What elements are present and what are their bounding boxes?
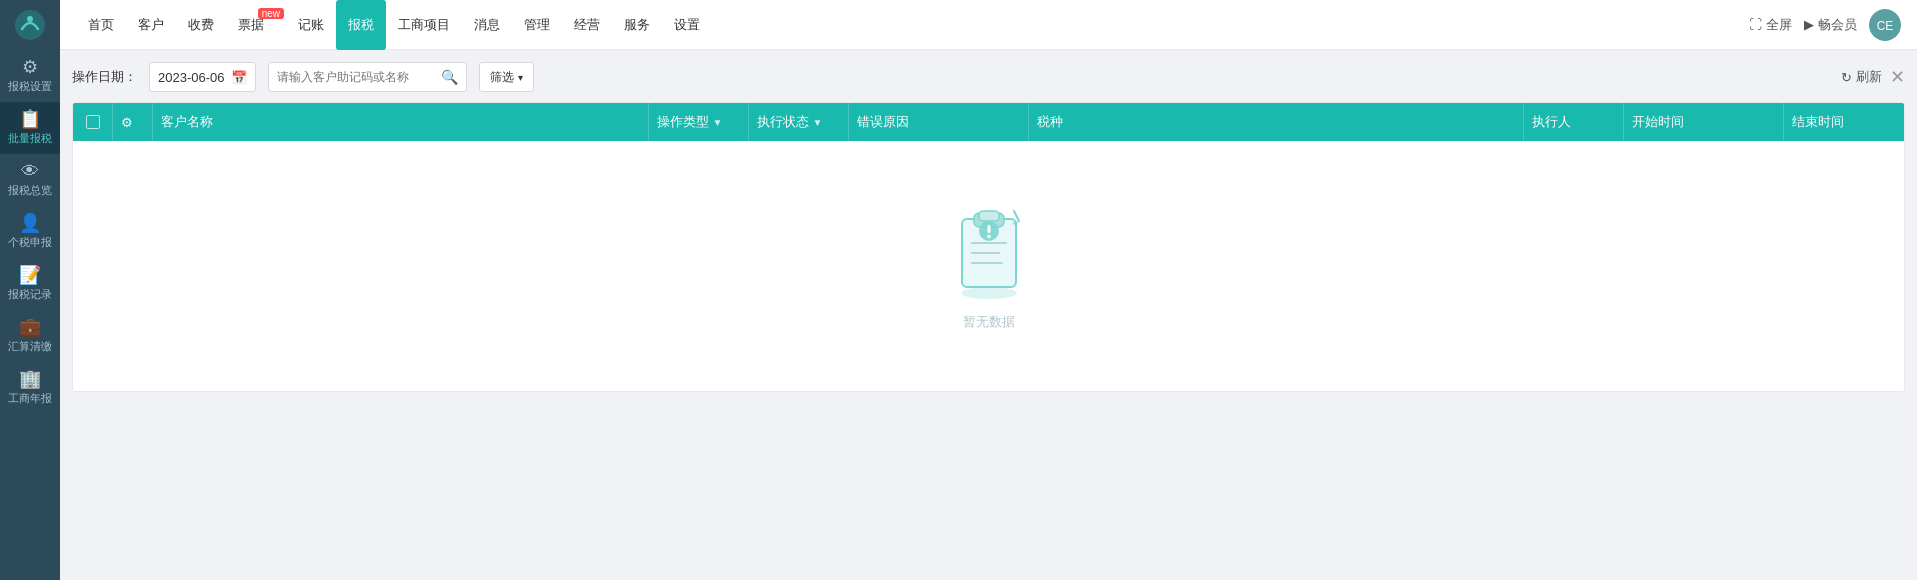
member-button[interactable]: ▶ 畅会员 xyxy=(1804,16,1857,34)
empty-state: 暂无数据 xyxy=(73,141,1904,391)
svg-point-4 xyxy=(961,287,1017,299)
th-kaishijian: 开始时间 xyxy=(1624,103,1784,141)
nav-item-baoshui[interactable]: 报税 xyxy=(336,0,386,50)
avatar[interactable]: CE xyxy=(1869,9,1901,41)
settings-icon: ⚙ xyxy=(22,58,38,76)
sidebar-item-baoshuijilu[interactable]: 📝 报税记录 xyxy=(0,258,60,310)
svg-point-0 xyxy=(15,10,45,40)
th-shuizhong: 税种 xyxy=(1029,103,1525,141)
th-zhixingstatus[interactable]: 执行状态 ▼ xyxy=(749,103,849,141)
sidebar-item-geshuishenbao[interactable]: 👤 个税申报 xyxy=(0,206,60,258)
nav-item-kehu[interactable]: 客户 xyxy=(126,0,176,50)
sidebar-item-piliangshuishui[interactable]: 📋 批量报税 xyxy=(0,102,60,154)
sidebar-item-baoshuishezhi[interactable]: ⚙ 报税设置 xyxy=(0,50,60,102)
th-jieshuShijian: 结束时间 xyxy=(1784,103,1904,141)
date-picker[interactable]: 2023-06-06 📅 xyxy=(149,62,256,92)
refresh-button[interactable]: ↻ 刷新 xyxy=(1841,68,1882,86)
sidebar: ⚙ 报税设置 📋 批量报税 👁 报税总览 👤 个税申报 📝 报税记录 💼 汇算清… xyxy=(0,0,60,580)
nav-item-guanli[interactable]: 管理 xyxy=(512,0,562,50)
table-container: ⚙ 客户名称 操作类型 ▼ 执行状态 ▼ 错误原因 xyxy=(72,102,1905,392)
calendar-icon: 📅 xyxy=(231,70,247,85)
nav-item-xiaoxi[interactable]: 消息 xyxy=(462,0,512,50)
svg-point-13 xyxy=(987,235,991,239)
sidebar-item-label: 个税申报 xyxy=(8,235,52,250)
topnav-right: ⛶ 全屏 ▶ 畅会员 CE xyxy=(1749,9,1901,41)
svg-rect-12 xyxy=(987,225,990,233)
svg-text:CE: CE xyxy=(1877,19,1894,33)
search-box: 🔍 xyxy=(268,62,467,92)
nav-item-shouye[interactable]: 首页 xyxy=(76,0,126,50)
th-cuowuyuanyin: 错误原因 xyxy=(849,103,1029,141)
nav-item-shoufei[interactable]: 收费 xyxy=(176,0,226,50)
sidebar-item-huisuanqingji[interactable]: 💼 汇算清缴 xyxy=(0,310,60,362)
nav-item-jingying[interactable]: 经营 xyxy=(562,0,612,50)
toolbar-right: ↻ 刷新 ✕ xyxy=(1841,68,1905,86)
filter-button[interactable]: 筛选 ▾ xyxy=(479,62,534,92)
filter-label: 筛选 xyxy=(490,69,514,86)
sidebar-logo xyxy=(0,0,60,50)
date-label: 操作日期： xyxy=(72,68,137,86)
sidebar-item-label: 报税总览 xyxy=(8,183,52,198)
nav-item-piao[interactable]: 票据 new xyxy=(226,0,286,50)
batch-tax-icon: 📋 xyxy=(19,110,41,128)
th-caozuoleixing[interactable]: 操作类型 ▼ xyxy=(649,103,749,141)
empty-illustration xyxy=(944,201,1034,301)
sidebar-item-label: 报税设置 xyxy=(8,79,52,94)
svg-point-1 xyxy=(27,16,33,22)
date-value: 2023-06-06 xyxy=(158,70,225,85)
th-settings: ⚙ xyxy=(113,103,153,141)
search-icon: 🔍 xyxy=(441,69,458,85)
overview-icon: 👁 xyxy=(21,162,39,180)
sidebar-item-label: 汇算清缴 xyxy=(8,339,52,354)
main-area: 首页 客户 收费 票据 new 记账 报税 工商项目 消息 管理 经营 xyxy=(60,0,1917,580)
sidebar-item-label: 工商年报 xyxy=(8,391,52,406)
video-icon: ▶ xyxy=(1804,17,1814,32)
page-body: 操作日期： 2023-06-06 📅 🔍 筛选 ▾ ↻ 刷新 xyxy=(60,50,1917,580)
topnav: 首页 客户 收费 票据 new 记账 报税 工商项目 消息 管理 经营 xyxy=(60,0,1917,50)
settlement-icon: 💼 xyxy=(19,318,41,336)
sidebar-item-gongshangnianb[interactable]: 🏢 工商年报 xyxy=(0,362,60,414)
th-kehumingcheng: 客户名称 xyxy=(153,103,649,141)
close-button[interactable]: ✕ xyxy=(1890,68,1905,86)
table-header: ⚙ 客户名称 操作类型 ▼ 执行状态 ▼ 错误原因 xyxy=(73,103,1904,141)
sidebar-item-label: 批量报税 xyxy=(8,131,52,146)
nav-item-shezhi[interactable]: 设置 xyxy=(662,0,712,50)
sidebar-item-baoshuizonglan[interactable]: 👁 报税总览 xyxy=(0,154,60,206)
svg-rect-7 xyxy=(979,211,999,221)
content: 操作日期： 2023-06-06 📅 🔍 筛选 ▾ ↻ 刷新 xyxy=(60,50,1917,580)
select-all-checkbox[interactable] xyxy=(86,115,100,129)
th-checkbox[interactable] xyxy=(73,103,113,141)
nav-item-fuwu[interactable]: 服务 xyxy=(612,0,662,50)
fullscreen-button[interactable]: ⛶ 全屏 xyxy=(1749,16,1792,34)
new-badge: new xyxy=(258,8,284,19)
nav-item-jizhang[interactable]: 记账 xyxy=(286,0,336,50)
toolbar: 操作日期： 2023-06-06 📅 🔍 筛选 ▾ ↻ 刷新 xyxy=(72,62,1905,92)
sort-icon: ▼ xyxy=(713,117,723,128)
settings-column-icon: ⚙ xyxy=(121,115,133,130)
nav-item-gongshangxiangmu[interactable]: 工商项目 xyxy=(386,0,462,50)
search-input[interactable] xyxy=(277,70,437,84)
personal-tax-icon: 👤 xyxy=(19,214,41,232)
empty-text: 暂无数据 xyxy=(963,313,1015,331)
th-zhixingren: 执行人 xyxy=(1524,103,1624,141)
record-icon: 📝 xyxy=(19,266,41,284)
refresh-icon: ↻ xyxy=(1841,70,1852,85)
annual-report-icon: 🏢 xyxy=(19,370,41,388)
chevron-down-icon: ▾ xyxy=(518,72,523,83)
sort-icon: ▼ xyxy=(813,117,823,128)
sidebar-item-label: 报税记录 xyxy=(8,287,52,302)
fullscreen-icon: ⛶ xyxy=(1749,17,1762,32)
